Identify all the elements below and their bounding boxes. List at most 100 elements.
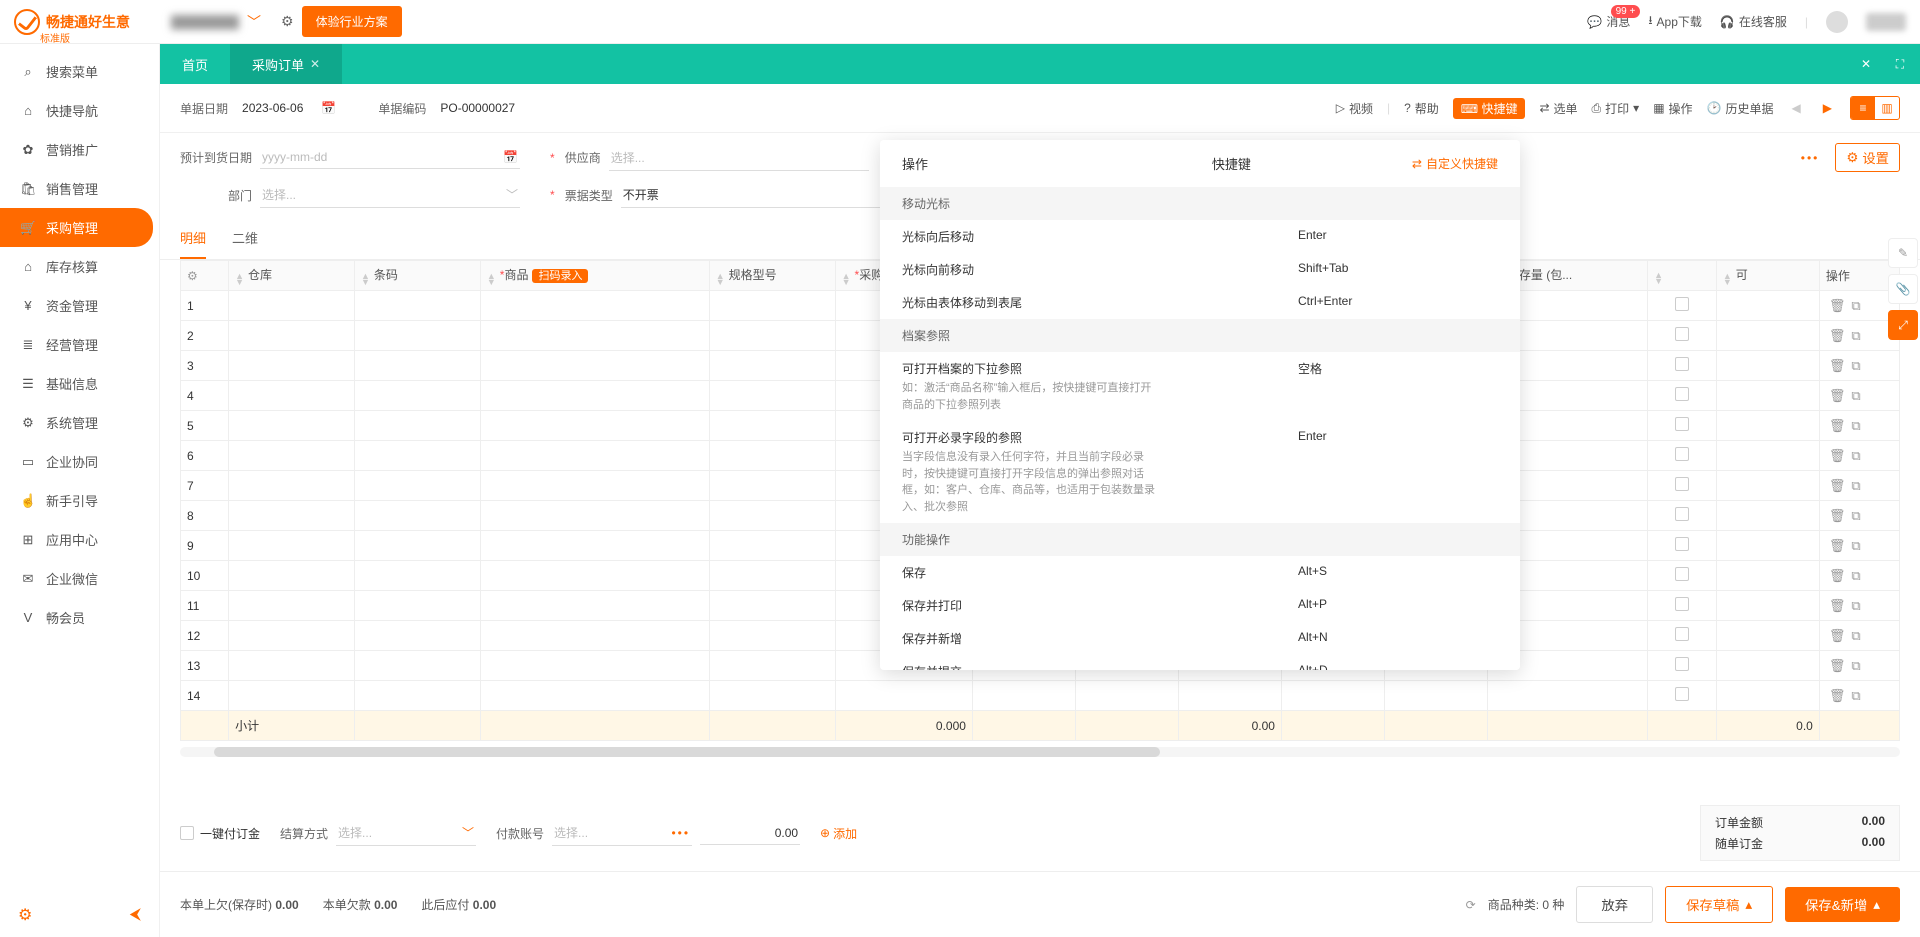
sidebar-item-11[interactable]: ☝新手引导 — [0, 481, 159, 520]
sidebar-item-3[interactable]: 🛍销售管理 — [0, 169, 159, 208]
col-header[interactable]: ▲▼条码 — [354, 261, 480, 291]
checkbox-icon[interactable] — [1675, 297, 1689, 311]
subtab-qr[interactable]: 二维 — [232, 218, 258, 259]
col-header[interactable]: ▲▼规格型号 — [709, 261, 835, 291]
dept-select[interactable]: 选择... ﹀ — [260, 182, 520, 208]
calendar-icon[interactable]: 📅 — [321, 101, 336, 115]
copy-row-icon[interactable]: ⧉ — [1851, 328, 1860, 343]
sidebar-item-8[interactable]: ☰基础信息 — [0, 364, 159, 403]
delete-row-icon[interactable]: 🗑 — [1829, 538, 1846, 553]
copy-row-icon[interactable]: ⧉ — [1851, 688, 1860, 703]
checkbox-icon[interactable] — [1675, 387, 1689, 401]
checkbox-icon[interactable] — [1675, 537, 1689, 551]
prev-doc[interactable]: ◀ — [1788, 101, 1805, 115]
close-icon[interactable]: ✕ — [310, 57, 320, 71]
copy-row-icon[interactable]: ⧉ — [1851, 598, 1860, 613]
invoice-select[interactable]: 不开票 — [621, 182, 881, 208]
copy-row-icon[interactable]: ⧉ — [1851, 418, 1860, 433]
table-row[interactable]: 14🗑⧉ — [181, 681, 1900, 711]
account-amount[interactable]: 0.00 — [700, 822, 800, 845]
sidebar-item-0[interactable]: ⌕搜索菜单 — [0, 52, 159, 91]
checkbox-icon[interactable] — [1675, 477, 1689, 491]
sidebar-item-4[interactable]: 🛒采购管理 — [0, 208, 153, 247]
tab-purchase-order[interactable]: 采购订单 ✕ — [230, 44, 342, 84]
col-header[interactable]: ▲▼仓库 — [229, 261, 355, 291]
horizontal-scrollbar[interactable] — [180, 747, 1900, 757]
history-link[interactable]: 🕑历史单据 — [1707, 100, 1774, 117]
sidebar-item-6[interactable]: ¥资金管理 — [0, 286, 159, 325]
refresh-icon[interactable]: ⟳ — [1466, 898, 1476, 912]
add-payment-line[interactable]: ⊕ 添加 — [820, 825, 857, 842]
eta-input[interactable]: yyyy-mm-dd 📅 — [260, 146, 520, 169]
tabs-close-all[interactable]: ✕ — [1852, 50, 1880, 78]
save-draft-button[interactable]: 保存草稿▴ — [1665, 886, 1773, 923]
delete-row-icon[interactable]: 🗑 — [1829, 328, 1846, 343]
next-doc[interactable]: ▶ — [1819, 101, 1836, 115]
delete-row-icon[interactable]: 🗑 — [1829, 628, 1846, 643]
copy-row-icon[interactable]: ⧉ — [1851, 388, 1860, 403]
view-list[interactable]: ≡ — [1851, 97, 1875, 119]
sidebar-item-2[interactable]: ✿营销推广 — [0, 130, 159, 169]
copy-row-icon[interactable]: ⧉ — [1851, 658, 1860, 673]
trial-button[interactable]: 体验行业方案 — [302, 6, 402, 37]
sidebar-item-1[interactable]: ⌂快捷导航 — [0, 91, 159, 130]
gear-icon[interactable]: ⚙ — [187, 269, 198, 283]
discard-button[interactable]: 放弃 — [1576, 886, 1653, 923]
delete-row-icon[interactable]: 🗑 — [1829, 418, 1846, 433]
action-link[interactable]: ▦操作 — [1653, 100, 1692, 117]
settle-select[interactable]: 选择... ﹀ — [336, 820, 476, 846]
copy-row-icon[interactable]: ⧉ — [1851, 628, 1860, 643]
checkbox-icon[interactable] — [1675, 567, 1689, 581]
one-click-deposit-checkbox[interactable]: 一键付订金 — [180, 825, 260, 842]
checkbox-icon[interactable] — [1675, 597, 1689, 611]
more-icon[interactable]: ••• — [1801, 151, 1820, 165]
checkbox-icon[interactable] — [1675, 357, 1689, 371]
checkbox-icon[interactable] — [1675, 327, 1689, 341]
avatar[interactable] — [1826, 11, 1848, 33]
copy-row-icon[interactable]: ⧉ — [1851, 358, 1860, 373]
copy-row-icon[interactable]: ⧉ — [1851, 478, 1860, 493]
print-link[interactable]: ⎙打印▾ — [1592, 100, 1640, 117]
rail-note-icon[interactable]: ✎ — [1888, 238, 1918, 268]
sidebar-settings-icon[interactable]: ⚙ — [18, 905, 32, 925]
messages-link[interactable]: 💬 消息 99 + — [1587, 13, 1630, 30]
checkbox-icon[interactable] — [1675, 687, 1689, 701]
copy-row-icon[interactable]: ⧉ — [1851, 538, 1860, 553]
sidebar-item-9[interactable]: ⚙系统管理 — [0, 403, 159, 442]
delete-row-icon[interactable]: 🗑 — [1829, 568, 1846, 583]
delete-row-icon[interactable]: 🗑 — [1829, 658, 1846, 673]
copy-row-icon[interactable]: ⧉ — [1851, 448, 1860, 463]
copy-row-icon[interactable]: ⧉ — [1851, 568, 1860, 583]
delete-row-icon[interactable]: 🗑 — [1829, 478, 1846, 493]
gear-icon[interactable]: ⚙ — [281, 13, 294, 30]
sidebar-item-7[interactable]: ≣经营管理 — [0, 325, 159, 364]
checkbox-icon[interactable] — [1675, 417, 1689, 431]
delete-row-icon[interactable]: 🗑 — [1829, 298, 1846, 313]
delete-row-icon[interactable]: 🗑 — [1829, 358, 1846, 373]
sidebar-item-5[interactable]: ⌂库存核算 — [0, 247, 159, 286]
scan-entry-badge[interactable]: 扫码录入 — [532, 269, 588, 283]
tabs-fullscreen[interactable]: ⛶ — [1886, 50, 1914, 78]
sidebar-collapse-icon[interactable]: ⮜ — [130, 906, 141, 924]
rail-expand-icon[interactable]: ⤢ — [1888, 310, 1918, 340]
save-new-button[interactable]: 保存&新增▴ — [1785, 887, 1900, 922]
delete-row-icon[interactable]: 🗑 — [1829, 598, 1846, 613]
col-header[interactable]: ▲▼ — [1648, 261, 1717, 291]
tab-home[interactable]: 首页 — [160, 44, 230, 84]
checkbox-icon[interactable] — [1675, 627, 1689, 641]
sidebar-item-12[interactable]: ⊞应用中心 — [0, 520, 159, 559]
col-header[interactable]: ▲▼*商品扫码录入 — [480, 261, 709, 291]
video-link[interactable]: ▷视频 — [1336, 100, 1373, 117]
checkbox-icon[interactable] — [1675, 447, 1689, 461]
doc-date-value[interactable]: 2023-06-06 — [242, 101, 303, 115]
online-service-link[interactable]: 🎧 在线客服 — [1720, 13, 1787, 30]
delete-row-icon[interactable]: 🗑 — [1829, 388, 1846, 403]
shortcut-button[interactable]: ⌨ 快捷键 — [1453, 98, 1526, 119]
sidebar-item-13[interactable]: ✉企业微信 — [0, 559, 159, 598]
supplier-select[interactable]: 选择... — [609, 145, 869, 171]
rail-attach-icon[interactable]: 📎 — [1888, 274, 1918, 304]
checkbox-icon[interactable] — [1675, 507, 1689, 521]
account-select[interactable]: 选择... ••• — [552, 820, 692, 846]
sidebar-item-14[interactable]: V畅会员 — [0, 598, 159, 637]
app-download-link[interactable]: ⭳ App下载 — [1648, 11, 1702, 32]
